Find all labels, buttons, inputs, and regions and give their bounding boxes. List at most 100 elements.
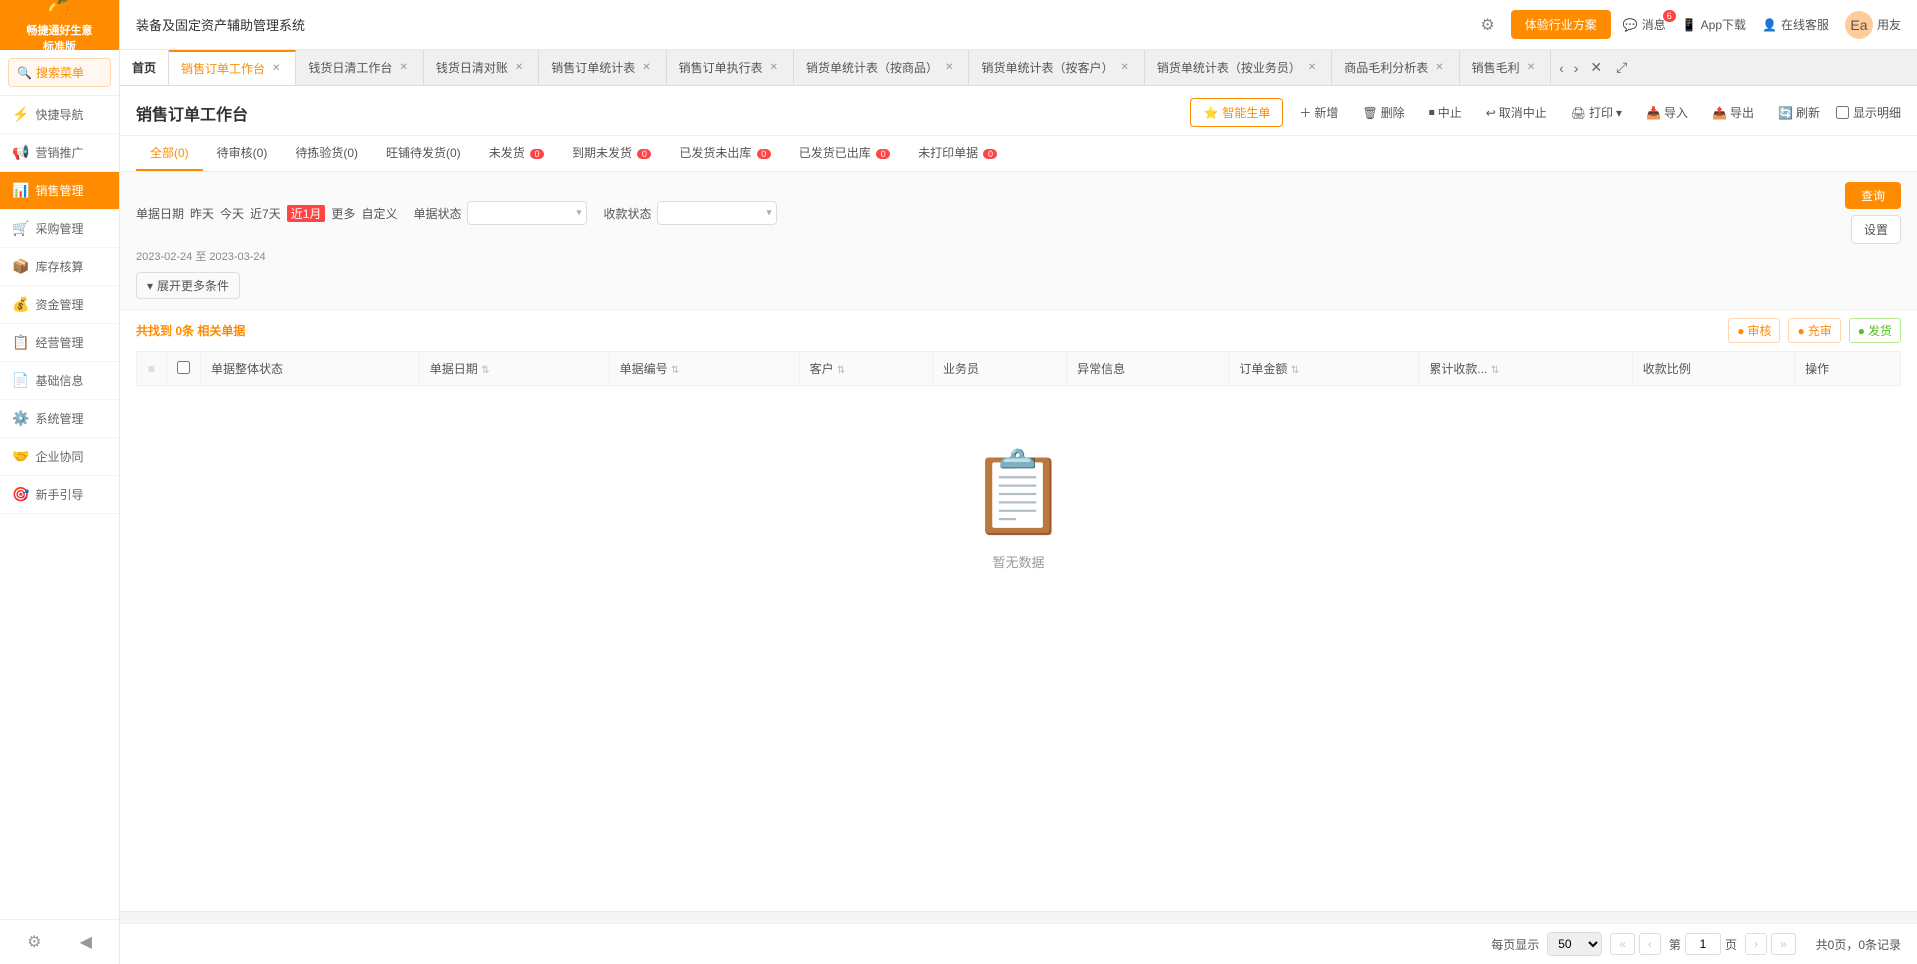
subtab-wangpu[interactable]: 旺铺待发货(0)	[372, 136, 475, 171]
tab-goods-margin-close[interactable]: ✕	[1432, 61, 1446, 74]
tab-goods-stats-product-close[interactable]: ✕	[942, 61, 956, 74]
tab-sales-exec[interactable]: 销售订单执行表 ✕	[667, 50, 794, 86]
smart-create-button[interactable]: ⭐ 智能生单	[1190, 98, 1283, 127]
tab-sales-order[interactable]: 销售订单工作台 ✕	[169, 50, 296, 86]
sidebar-collapse-button[interactable]: ◀	[76, 928, 96, 956]
th-amount[interactable]: 订单金额 ⇅	[1229, 352, 1419, 386]
delete-button[interactable]: 🗑 删除	[1354, 100, 1412, 125]
table-info: 共找到 0条 相关单据 ● 审核 ● 充审 ● 发货	[136, 318, 1901, 343]
audit-button[interactable]: ● 审核	[1728, 318, 1780, 343]
subtab-not-printed[interactable]: 未打印单据 0	[904, 136, 1011, 171]
sidebar-item-label: 基础信息	[35, 372, 83, 389]
th-date[interactable]: 单据日期 ⇅	[419, 352, 609, 386]
set-button[interactable]: 设置	[1851, 215, 1901, 244]
tab-sales-exec-close[interactable]: ✕	[767, 61, 781, 74]
tab-home[interactable]: 首页	[120, 50, 169, 86]
horizontal-scrollbar[interactable]	[120, 911, 1917, 923]
user-menu-button[interactable]: Ea 用友	[1845, 11, 1901, 39]
tab-goods-margin[interactable]: 商品毛利分析表 ✕	[1332, 50, 1459, 86]
tab-cash-daily-close[interactable]: ✕	[396, 61, 410, 74]
tab-goods-stats-staff[interactable]: 销货单统计表（按业务员） ✕	[1145, 50, 1332, 86]
sidebar-item-enterprise[interactable]: 🤝 企业协同	[0, 438, 119, 476]
pagination-first-button[interactable]: «	[1610, 933, 1635, 955]
export-button[interactable]: 📤 导出	[1704, 100, 1762, 125]
sidebar-item-quick-nav[interactable]: ⚡ 快捷导航	[0, 96, 119, 134]
tab-cash-reconcile-close[interactable]: ✕	[512, 61, 526, 74]
main-table: ≡ 单据整体状态 单据日期 ⇅ 单据编号 ⇅	[136, 351, 1901, 386]
tab-cash-reconcile[interactable]: 钱货日清对账 ✕	[424, 50, 539, 86]
subtab-not-shipped[interactable]: 未发货 0	[475, 136, 558, 171]
trial-button[interactable]: 体验行业方案	[1511, 10, 1611, 39]
show-detail-checkbox-label[interactable]: 显示明细	[1836, 104, 1901, 121]
main-area: 装备及固定资产辅助管理系统 ⚙ 体验行业方案 💬 6 消息 📱 App下载 👤 …	[120, 0, 1917, 964]
tab-sales-stats-close[interactable]: ✕	[639, 61, 653, 74]
pagination-last-button[interactable]: »	[1771, 933, 1796, 955]
page-number-input[interactable]	[1685, 933, 1721, 955]
tab-maximize-button[interactable]: ⤢	[1610, 57, 1633, 78]
filter-payment-select[interactable]	[657, 201, 777, 225]
suspend-button[interactable]: ⏹ 中止	[1421, 100, 1470, 125]
tab-goods-stats-customer[interactable]: 销货单统计表（按客户） ✕	[969, 50, 1144, 86]
message-button[interactable]: 💬 6 消息	[1623, 16, 1666, 33]
filter-date-7days[interactable]: 近7天	[250, 205, 281, 222]
sidebar-item-marketing[interactable]: 📢 营销推广	[0, 134, 119, 172]
add-button[interactable]: ＋ 新增	[1291, 100, 1346, 125]
app-download-button[interactable]: 📱 App下载	[1682, 16, 1746, 33]
th-number[interactable]: 单据编号 ⇅	[609, 352, 799, 386]
per-page-select[interactable]: 10 20 50 100	[1547, 932, 1602, 956]
subtab-not-shipped-label: 未发货	[489, 146, 525, 160]
filter-date-today[interactable]: 今天	[220, 205, 244, 222]
import-button[interactable]: 📥 导入	[1638, 100, 1696, 125]
tab-close-all-button[interactable]: ✕	[1584, 57, 1608, 78]
subtab-shipped-out[interactable]: 已发货已出库 0	[785, 136, 904, 171]
sidebar-item-operation[interactable]: 📋 经营管理	[0, 324, 119, 362]
filter-date-yesterday[interactable]: 昨天	[190, 205, 214, 222]
sidebar-item-sales[interactable]: 📊 销售管理	[0, 172, 119, 210]
filter-status-select[interactable]	[467, 201, 587, 225]
cancel-audit-button[interactable]: ● 充审	[1788, 318, 1840, 343]
tab-goods-stats-staff-close[interactable]: ✕	[1305, 61, 1319, 74]
subtab-all[interactable]: 全部(0)	[136, 136, 203, 171]
sidebar-settings-button[interactable]: ⚙	[23, 928, 45, 956]
logo-icon: 🍊	[46, 0, 73, 22]
sidebar-item-basic-info[interactable]: 📄 基础信息	[0, 362, 119, 400]
tab-goods-stats-product[interactable]: 销货单统计表（按商品） ✕	[794, 50, 969, 86]
subtab-expired[interactable]: 到期未发货 0	[558, 136, 665, 171]
print-button[interactable]: 🖨 打印 ▾	[1563, 100, 1630, 125]
filter-date-custom[interactable]: 自定义	[361, 205, 397, 222]
filter-date-more[interactable]: 更多	[331, 205, 355, 222]
ship-button[interactable]: ● 发货	[1849, 318, 1901, 343]
sidebar-item-inventory[interactable]: 📦 库存核算	[0, 248, 119, 286]
tab-sales-more[interactable]: 销售毛利 ✕	[1460, 50, 1551, 86]
query-button[interactable]: 查询	[1845, 182, 1901, 209]
th-check[interactable]	[167, 352, 201, 386]
tab-sales-order-close[interactable]: ✕	[269, 62, 283, 75]
subtab-shipped-not-out[interactable]: 已发货未出库 0	[665, 136, 784, 171]
th-customer[interactable]: 客户 ⇅	[799, 352, 932, 386]
tab-prev-button[interactable]: ‹	[1555, 58, 1568, 78]
th-collected[interactable]: 累计收款... ⇅	[1419, 352, 1632, 386]
sidebar-item-system[interactable]: ⚙️ 系统管理	[0, 400, 119, 438]
tab-goods-stats-customer-close[interactable]: ✕	[1117, 61, 1131, 74]
sidebar-item-finance[interactable]: 💰 资金管理	[0, 286, 119, 324]
tab-sales-stats[interactable]: 销售订单统计表 ✕	[539, 50, 666, 86]
pagination-prev-button[interactable]: ‹	[1639, 933, 1661, 955]
topbar-gear-icon[interactable]: ⚙	[1476, 11, 1498, 39]
refresh-button[interactable]: 🔄 刷新	[1770, 100, 1828, 125]
sidebar-item-guide[interactable]: 🎯 新手引导	[0, 476, 119, 514]
tab-cash-daily[interactable]: 钱货日清工作台 ✕	[296, 50, 423, 86]
search-menu-button[interactable]: 🔍 搜索菜单	[8, 58, 111, 87]
select-all-checkbox[interactable]	[177, 361, 190, 374]
subtab-pending-inspect[interactable]: 待拣验货(0)	[281, 136, 372, 171]
expand-filter-button[interactable]: ▾ 展开更多条件	[136, 272, 240, 299]
online-service-button[interactable]: 👤 在线客服	[1762, 16, 1829, 33]
subtab-pending-review[interactable]: 待审核(0)	[203, 136, 282, 171]
show-detail-checkbox[interactable]	[1836, 106, 1849, 119]
cancel-suspend-button[interactable]: ↩ 取消中止	[1478, 100, 1555, 125]
filter-date-1month[interactable]: 近1月	[287, 205, 326, 222]
pagination-next-button[interactable]: ›	[1745, 933, 1767, 955]
sidebar-item-purchase[interactable]: 🛒 采购管理	[0, 210, 119, 248]
tab-sales-more-close[interactable]: ✕	[1524, 61, 1538, 74]
tab-next-button[interactable]: ›	[1570, 58, 1583, 78]
table-count: 共找到 0条 相关单据	[136, 322, 245, 339]
